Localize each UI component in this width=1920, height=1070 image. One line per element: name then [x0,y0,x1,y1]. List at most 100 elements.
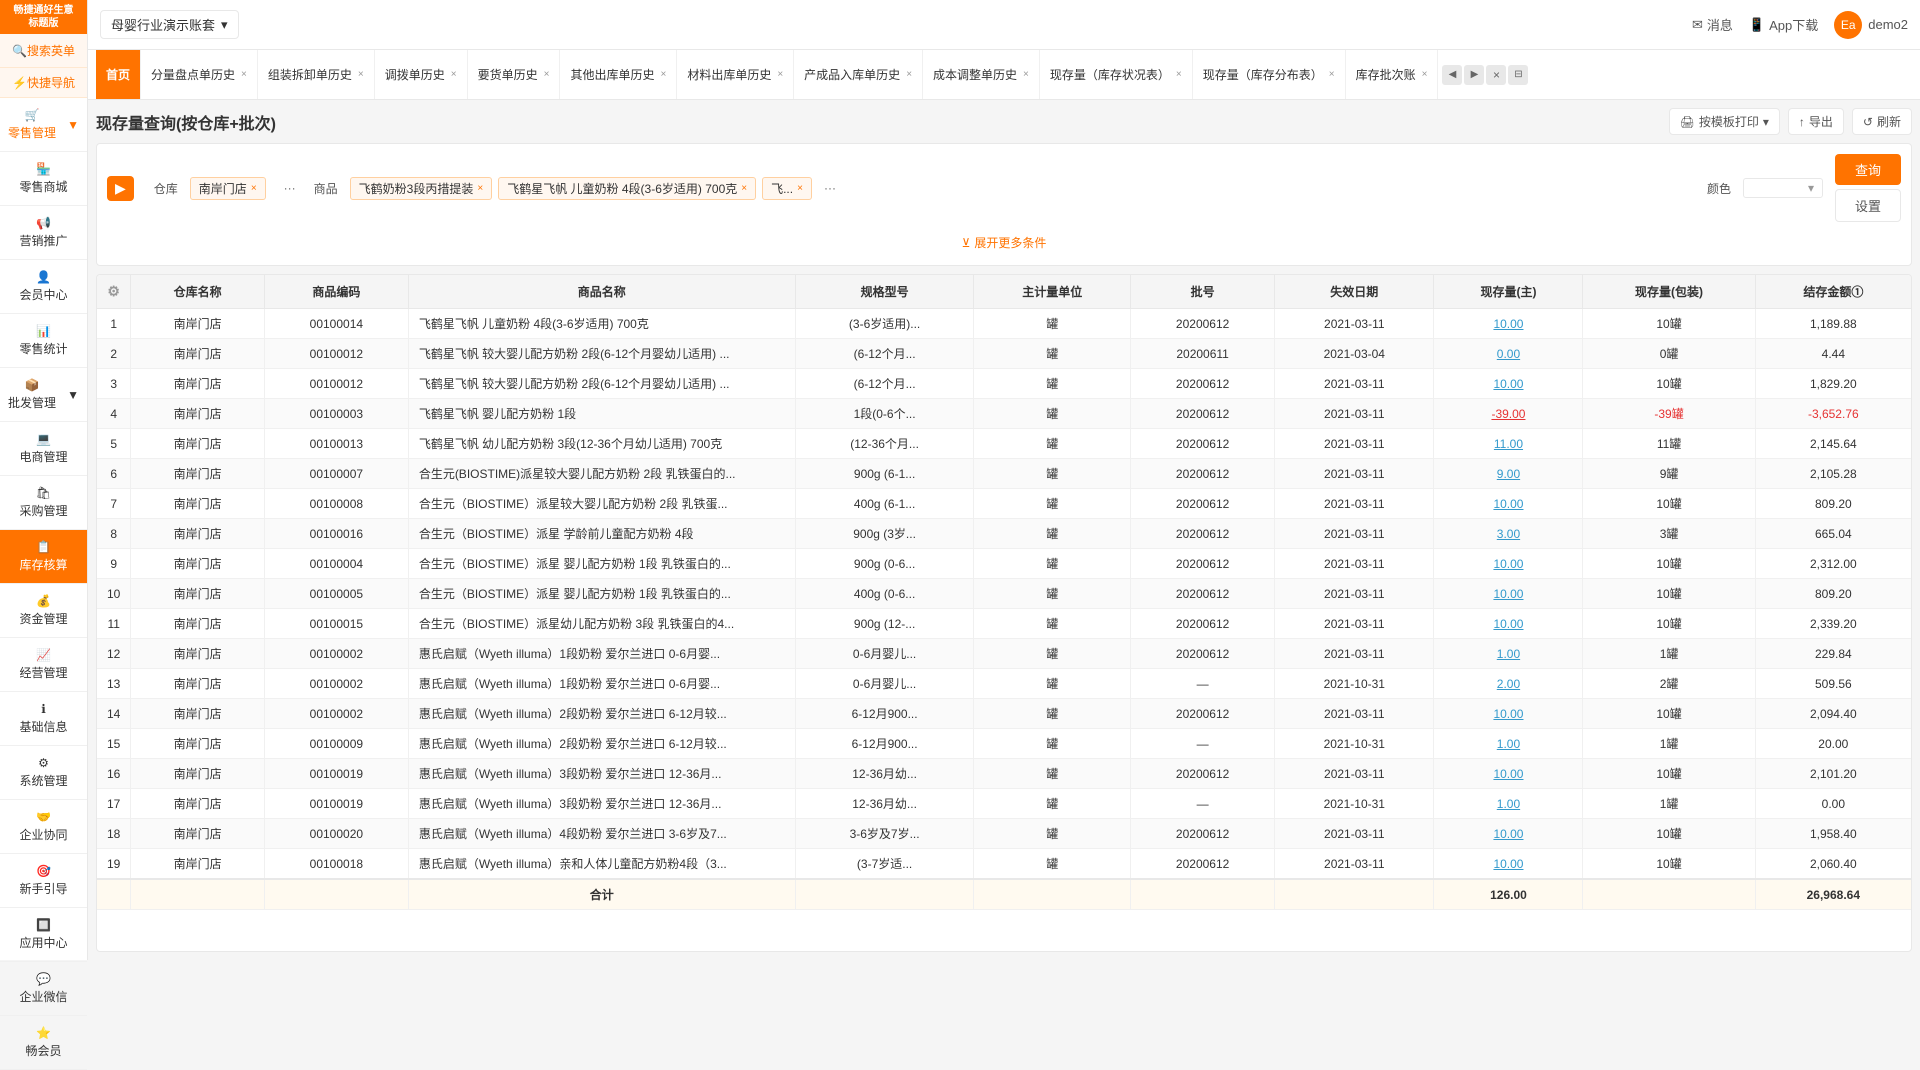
warehouse-tag-remove[interactable]: × [251,183,257,194]
col-settings[interactable]: ⚙ [97,275,131,309]
product-more-dots[interactable]: ··· [818,179,842,197]
nav-transfer[interactable]: 调拨单历史 × [375,50,468,100]
sidebar-item-ecommerce[interactable]: 💻 电商管理 [0,422,87,476]
query-btn[interactable]: 查询 [1835,154,1901,185]
app-download-btn[interactable]: 📱 App下载 [1749,15,1818,34]
cell-qty-main[interactable]: 10.00 [1434,489,1583,519]
nav-material-out[interactable]: 材料出库单历史 × [677,50,794,100]
nav-stock-dist-close[interactable]: × [1329,69,1335,80]
cell-qty-main[interactable]: 10.00 [1434,759,1583,789]
nav-batch-account[interactable]: 库存批次账 × [1346,50,1439,100]
sidebar-item-operations[interactable]: 📈 经营管理 [0,638,87,692]
nav-requisition-close[interactable]: × [544,69,550,80]
nav-transfer-close[interactable]: × [451,69,457,80]
sidebar-item-wholesale[interactable]: 📦 批发管理 ▼ [0,368,87,422]
cell-unit: 罐 [974,429,1131,459]
product-tag-2-remove[interactable]: × [741,183,747,194]
product-tag-1[interactable]: 飞鹤奶粉3段丙措提装 × [350,177,493,200]
nav-prev-btn[interactable]: ◀ [1442,65,1462,85]
nav-assembly[interactable]: 组装拆卸单历史 × [258,50,375,100]
cell-qty-main[interactable]: 11.00 [1434,429,1583,459]
sidebar-item-inventory[interactable]: 📋 库存核算 [0,530,87,584]
sidebar-item-guide[interactable]: 🎯 新手引导 [0,854,87,908]
setting-btn[interactable]: 设置 [1835,189,1901,222]
cell-qty-main[interactable]: 1.00 [1434,639,1583,669]
cell-qty-main[interactable]: 3.00 [1434,519,1583,549]
product-tag-1-remove[interactable]: × [477,183,483,194]
expand-conditions-btn[interactable]: ⊻ 展开更多条件 [958,230,1051,255]
cell-qty-main[interactable]: 10.00 [1434,549,1583,579]
warehouse-tag[interactable]: 南岸门店 × [190,177,266,200]
cell-qty-main[interactable]: 10.00 [1434,819,1583,849]
nav-menu-btn[interactable]: ⊟ [1508,65,1528,85]
cell-qty-main[interactable]: 10.00 [1434,309,1583,339]
warehouse-more-dots[interactable]: ··· [278,179,302,197]
sidebar-item-marketing[interactable]: 📢 营销推广 [0,206,87,260]
sidebar-item-finance[interactable]: 💰 资金管理 [0,584,87,638]
cell-unit: 罐 [974,729,1131,759]
user-menu[interactable]: Ea demo2 [1834,11,1908,39]
nav-other-out[interactable]: 其他出库单历史 × [560,50,677,100]
app-center-icon: 🔲 [36,918,51,932]
cell-no: 14 [97,699,131,729]
table-body: 1 南岸门店 00100014 飞鹤星飞帆 儿童奶粉 4段(3-6岁适用) 70… [97,309,1911,880]
sidebar-item-quick-nav[interactable]: ⚡ 快捷导航 [0,68,87,98]
template-print-btn[interactable]: 🖨 按模板打印 ▾ [1669,108,1780,135]
cell-amount: 2,339.20 [1755,609,1911,639]
sidebar-item-basic-info[interactable]: ℹ 基础信息 [0,692,87,746]
export-btn[interactable]: ↑ 导出 [1788,108,1844,135]
sidebar-item-purchase[interactable]: 🛍 采购管理 [0,476,87,530]
sidebar-item-search[interactable]: 🔍 搜索英单 [0,34,87,68]
sidebar-item-member[interactable]: 👤 会员中心 [0,260,87,314]
cell-qty-main[interactable]: 10.00 [1434,369,1583,399]
nav-assembly-close[interactable]: × [358,69,364,80]
sidebar-item-retail-stats[interactable]: 📊 零售统计 [0,314,87,368]
cell-qty-main[interactable]: 9.00 [1434,459,1583,489]
sidebar-item-app-center[interactable]: 🔲 应用中心 [0,908,87,962]
sidebar-item-system[interactable]: ⚙ 系统管理 [0,746,87,800]
cell-warehouse: 南岸门店 [131,549,265,579]
nav-requisition[interactable]: 要货单历史 × [468,50,561,100]
sidebar-item-retail-mgmt[interactable]: 🛒 零售管理 ▼ [0,98,87,152]
cell-qty-main[interactable]: 0.00 [1434,339,1583,369]
cell-qty-main[interactable]: 10.00 [1434,609,1583,639]
sidebar-item-member-plus[interactable]: ⭐ 畅会员 [0,1016,87,1070]
cell-warehouse: 南岸门店 [131,669,265,699]
nav-stock-status-close[interactable]: × [1176,69,1182,80]
nav-stock-dist[interactable]: 现存量（库存分布表） × [1193,50,1346,100]
org-selector[interactable]: 母婴行业演示账套 ▾ [100,10,239,39]
message-btn[interactable]: ✉ 消息 [1692,15,1733,34]
cell-qty-main[interactable]: 2.00 [1434,669,1583,699]
cell-qty-main[interactable]: 10.00 [1434,579,1583,609]
filter-toggle-btn[interactable]: ▶ [107,176,134,201]
nav-other-out-close[interactable]: × [660,69,666,80]
nav-product-in-close[interactable]: × [906,69,912,80]
nav-inventory-count[interactable]: 分量盘点单历史 × [141,50,258,100]
summary-label: 合计 [408,879,795,910]
nav-transfer-label: 调拨单历史 [385,66,445,83]
nav-home[interactable]: 首页 [96,50,141,100]
nav-material-out-close[interactable]: × [777,69,783,80]
product-tag-2[interactable]: 飞鹤星飞帆 儿童奶粉 4段(3-6岁适用) 700克 × [498,177,756,200]
nav-batch-account-close[interactable]: × [1422,69,1428,80]
cell-qty-main[interactable]: 10.00 [1434,849,1583,880]
product-tag-3[interactable]: 飞... × [762,177,812,200]
nav-inventory-count-close[interactable]: × [241,69,247,80]
cell-qty-main[interactable]: 1.00 [1434,789,1583,819]
cell-qty-main[interactable]: 1.00 [1434,729,1583,759]
product-tag-3-remove[interactable]: × [797,183,803,194]
cell-qty-main[interactable]: -39.00 [1434,399,1583,429]
refresh-btn[interactable]: ↺ 刷新 [1852,108,1912,135]
nav-close-all-btn[interactable]: × [1486,65,1506,85]
sidebar-item-enterprise-wechat[interactable]: 💬 企业微信 [0,962,87,1016]
sidebar-item-collaboration[interactable]: 🤝 企业协同 [0,800,87,854]
nav-product-in[interactable]: 产成品入库单历史 × [794,50,923,100]
sidebar-item-retail-store[interactable]: 🏪 零售商城 [0,152,87,206]
nav-stock-status[interactable]: 现存量（库存状况表） × [1040,50,1193,100]
nav-next-btn[interactable]: ▶ [1464,65,1484,85]
color-filter-input[interactable]: ▾ [1743,178,1823,198]
cell-qty-main[interactable]: 10.00 [1434,699,1583,729]
nav-cost-adjust[interactable]: 成本调整单历史 × [923,50,1040,100]
cell-expire: 2021-03-11 [1275,429,1434,459]
nav-cost-adjust-close[interactable]: × [1023,69,1029,80]
